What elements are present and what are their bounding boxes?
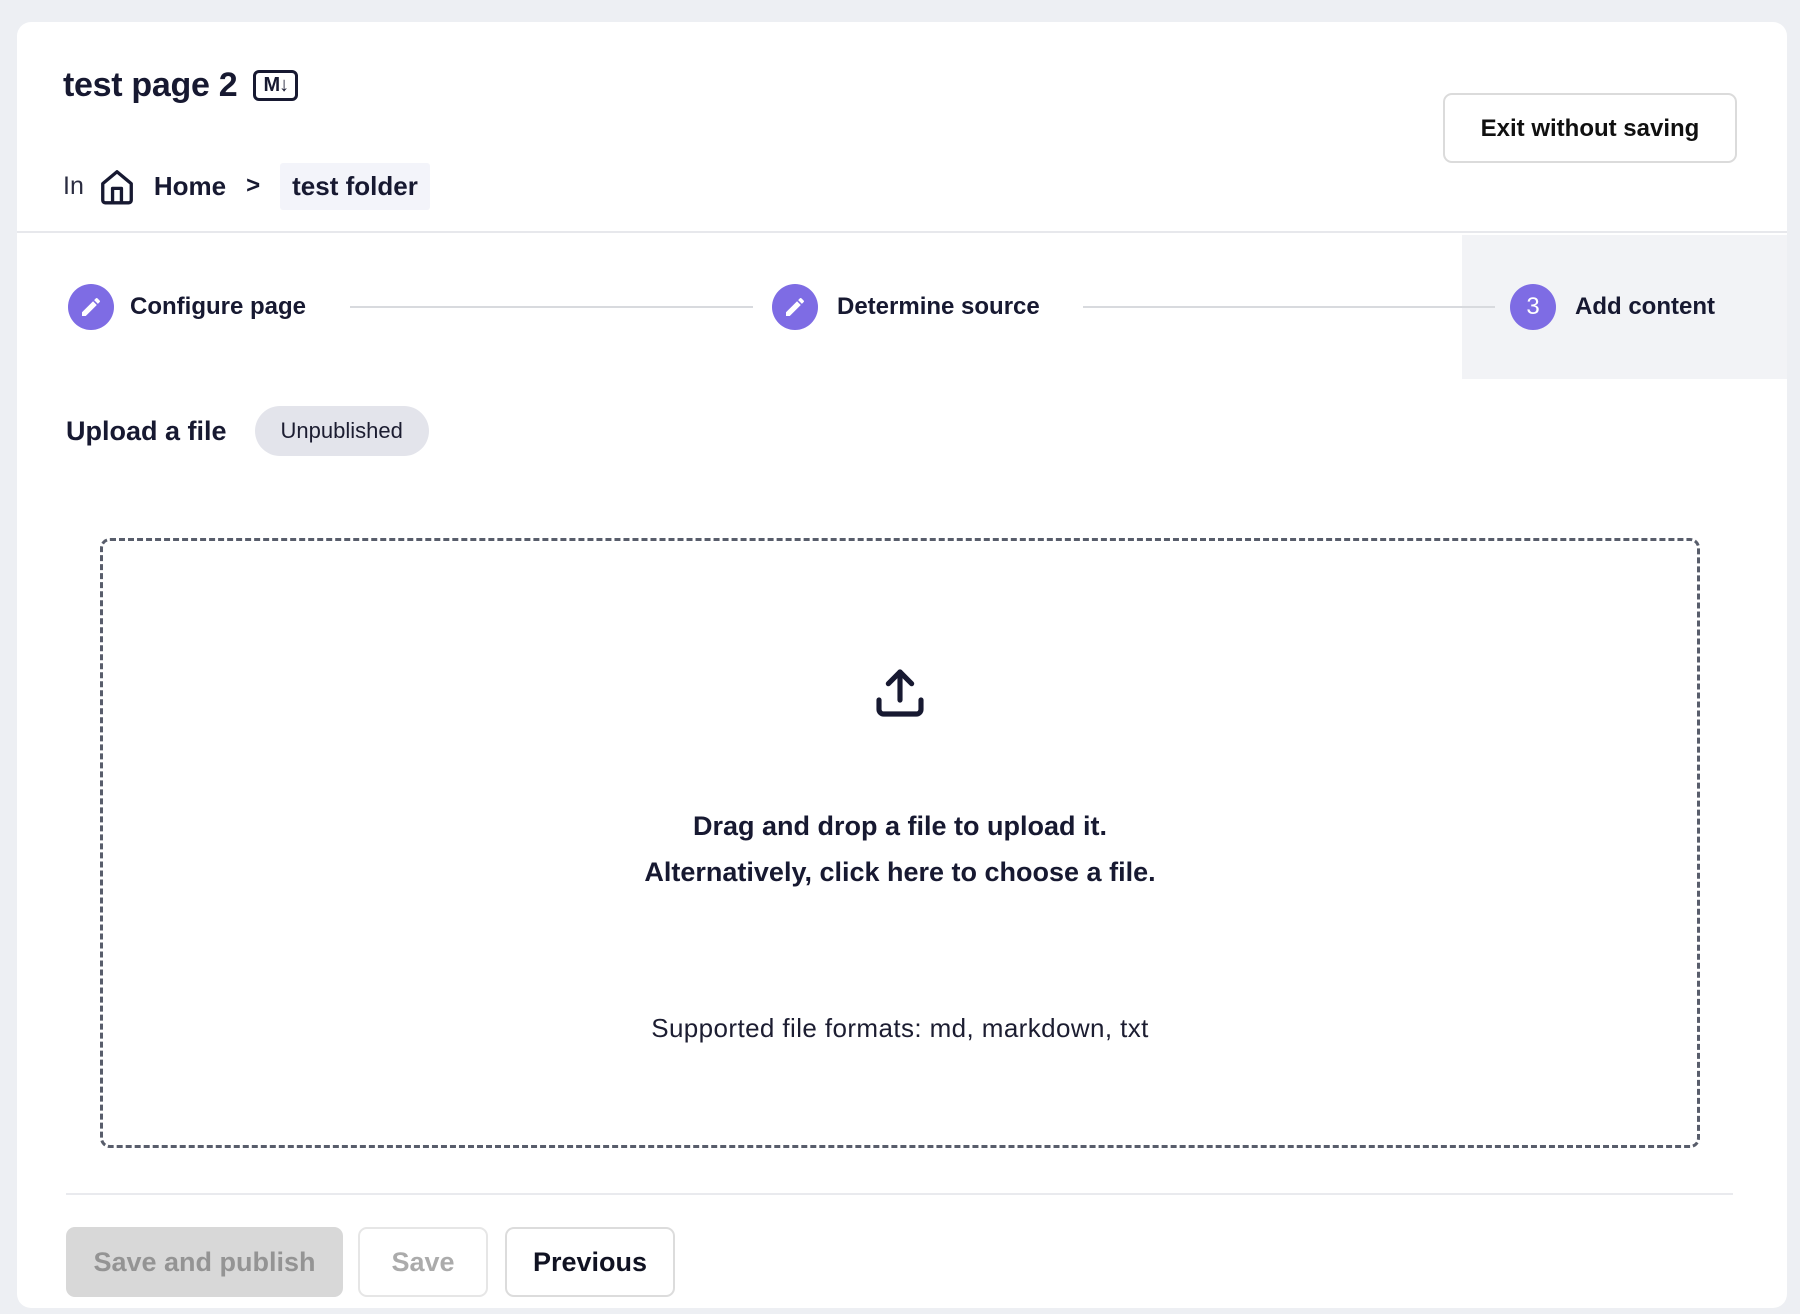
stepper: Configure page Determine source 3 Add co… [17, 235, 1787, 379]
previous-button[interactable]: Previous [505, 1227, 675, 1297]
home-icon [98, 165, 136, 207]
dropzone-line-2: Alternatively, click here to choose a fi… [103, 849, 1697, 895]
step-configure-page[interactable] [62, 235, 352, 379]
markdown-icon: M↓ [253, 70, 298, 101]
footer-actions: Save and publish Save Previous [66, 1227, 675, 1297]
breadcrumb-separator: > [246, 172, 260, 200]
title-row: test page 2 M↓ [63, 66, 298, 105]
step-add-content[interactable] [1504, 235, 1787, 379]
breadcrumb-current-folder[interactable]: test folder [280, 163, 430, 210]
breadcrumb: In Home > test folder [63, 160, 430, 212]
header: test page 2 M↓ In Home > test folder Exi… [17, 22, 1787, 233]
footer-divider [66, 1193, 1733, 1195]
breadcrumb-prefix: In [63, 172, 84, 201]
supported-formats-text: Supported file formats: md, markdown, tx… [103, 1013, 1697, 1044]
step-connector-1 [350, 306, 753, 308]
dropzone-instructions: Drag and drop a file to upload it. Alter… [103, 803, 1697, 895]
dropzone-line-1: Drag and drop a file to upload it. [103, 803, 1697, 849]
section-heading: Upload a file [66, 416, 227, 447]
step-connector-2 [1083, 306, 1495, 308]
save-and-publish-button[interactable]: Save and publish [66, 1227, 343, 1297]
breadcrumb-home-link[interactable]: Home [98, 165, 226, 207]
unpublished-badge: Unpublished [255, 406, 429, 456]
breadcrumb-home-label: Home [154, 171, 226, 202]
save-button[interactable]: Save [358, 1227, 488, 1297]
page-title: test page 2 [63, 66, 237, 105]
file-dropzone[interactable]: Drag and drop a file to upload it. Alter… [100, 538, 1700, 1148]
step-determine-source[interactable] [766, 235, 1076, 379]
exit-without-saving-button[interactable]: Exit without saving [1443, 93, 1737, 163]
page-card: test page 2 M↓ In Home > test folder Exi… [17, 22, 1787, 1308]
upload-icon [872, 665, 928, 721]
section-heading-row: Upload a file Unpublished [66, 406, 429, 456]
